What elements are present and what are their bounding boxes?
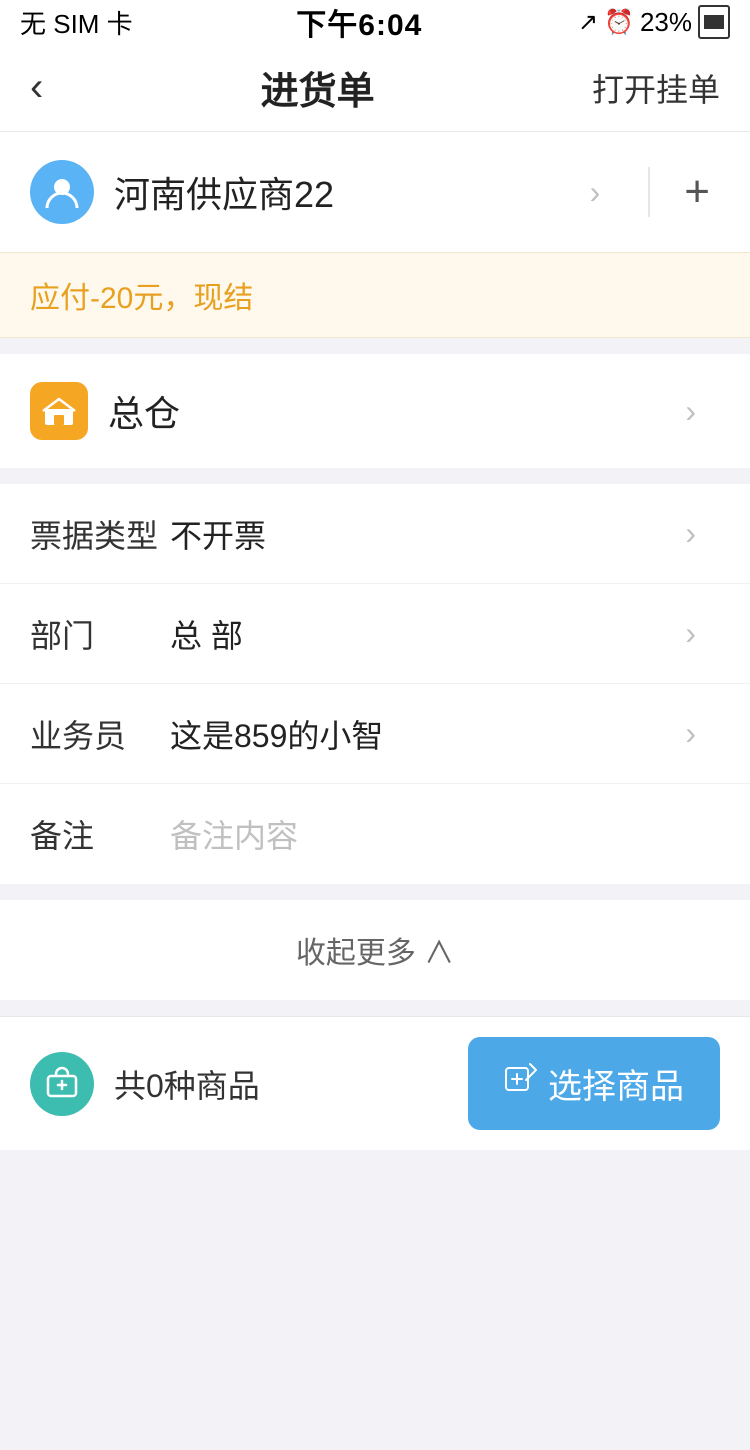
select-product-icon bbox=[504, 1062, 538, 1105]
battery-text: 23% bbox=[640, 7, 692, 38]
product-count-icon bbox=[30, 1052, 94, 1116]
salesperson-chevron-icon: › bbox=[685, 715, 696, 752]
form-label-remark: 备注 bbox=[30, 811, 160, 857]
carrier-text: 无 SIM 卡 bbox=[20, 4, 133, 41]
notice-banner: 应付-20元，现结 bbox=[0, 252, 750, 338]
location-icon: ↗ bbox=[578, 8, 598, 37]
supplier-name: 河南供应商22 bbox=[114, 166, 590, 218]
form-section: 票据类型 不开票 › 部门 总 部 › 业务员 这是859的小智 › 备注 备注… bbox=[0, 484, 750, 884]
form-row-invoice[interactable]: 票据类型 不开票 › bbox=[0, 484, 750, 584]
product-count-text: 共0种商品 bbox=[114, 1061, 468, 1107]
back-button[interactable]: ‹ bbox=[30, 65, 43, 110]
warehouse-chevron-icon: › bbox=[685, 393, 696, 430]
warehouse-name: 总仓 bbox=[108, 385, 685, 437]
form-value-invoice: 不开票 bbox=[160, 511, 685, 557]
form-value-salesperson: 这是859的小智 bbox=[160, 711, 685, 757]
form-row-salesperson[interactable]: 业务员 这是859的小智 › bbox=[0, 684, 750, 784]
form-value-remark[interactable]: 备注内容 bbox=[160, 811, 720, 857]
supplier-row[interactable]: 河南供应商22 › + bbox=[0, 132, 750, 252]
status-left: 无 SIM 卡 bbox=[20, 4, 141, 41]
supplier-avatar bbox=[30, 160, 94, 224]
status-bar: 无 SIM 卡 下午6:04 ↗ ⏰ 23% bbox=[0, 0, 750, 44]
form-label-invoice: 票据类型 bbox=[30, 511, 160, 557]
supplier-section: 河南供应商22 › + 应付-20元，现结 bbox=[0, 132, 750, 338]
battery-icon bbox=[698, 5, 730, 39]
open-pending-button[interactable]: 打开挂单 bbox=[592, 65, 720, 111]
add-supplier-button[interactable]: + bbox=[674, 167, 720, 217]
department-chevron-icon: › bbox=[685, 615, 696, 652]
status-time: 下午6:04 bbox=[296, 0, 422, 44]
warehouse-icon bbox=[30, 382, 88, 440]
gray-area bbox=[0, 1150, 750, 1450]
form-row-department[interactable]: 部门 总 部 › bbox=[0, 584, 750, 684]
form-value-department: 总 部 bbox=[160, 611, 685, 657]
page-title: 进货单 bbox=[261, 60, 375, 115]
supplier-chevron-icon: › bbox=[590, 174, 601, 211]
select-product-button[interactable]: 选择商品 bbox=[468, 1037, 720, 1130]
collapse-row[interactable]: 收起更多 ∧ bbox=[0, 900, 750, 1000]
nav-bar: ‹ 进货单 打开挂单 bbox=[0, 44, 750, 132]
form-label-salesperson: 业务员 bbox=[30, 711, 160, 757]
notice-text: 应付-20元，现结 bbox=[30, 282, 253, 315]
bottom-bar: 共0种商品 选择商品 bbox=[0, 1016, 750, 1150]
content: 河南供应商22 › + 应付-20元，现结 总仓 › 票据类型 不开票 › bbox=[0, 132, 750, 1450]
form-row-remark[interactable]: 备注 备注内容 bbox=[0, 784, 750, 884]
select-product-label: 选择商品 bbox=[548, 1059, 684, 1108]
form-label-department: 部门 bbox=[30, 611, 160, 657]
alarm-icon: ⏰ bbox=[604, 8, 634, 37]
supplier-divider bbox=[648, 167, 650, 217]
collapse-label: 收起更多 ∧ bbox=[296, 928, 454, 972]
invoice-chevron-icon: › bbox=[685, 515, 696, 552]
status-right: ↗ ⏰ 23% bbox=[578, 5, 730, 39]
warehouse-row[interactable]: 总仓 › bbox=[0, 354, 750, 468]
